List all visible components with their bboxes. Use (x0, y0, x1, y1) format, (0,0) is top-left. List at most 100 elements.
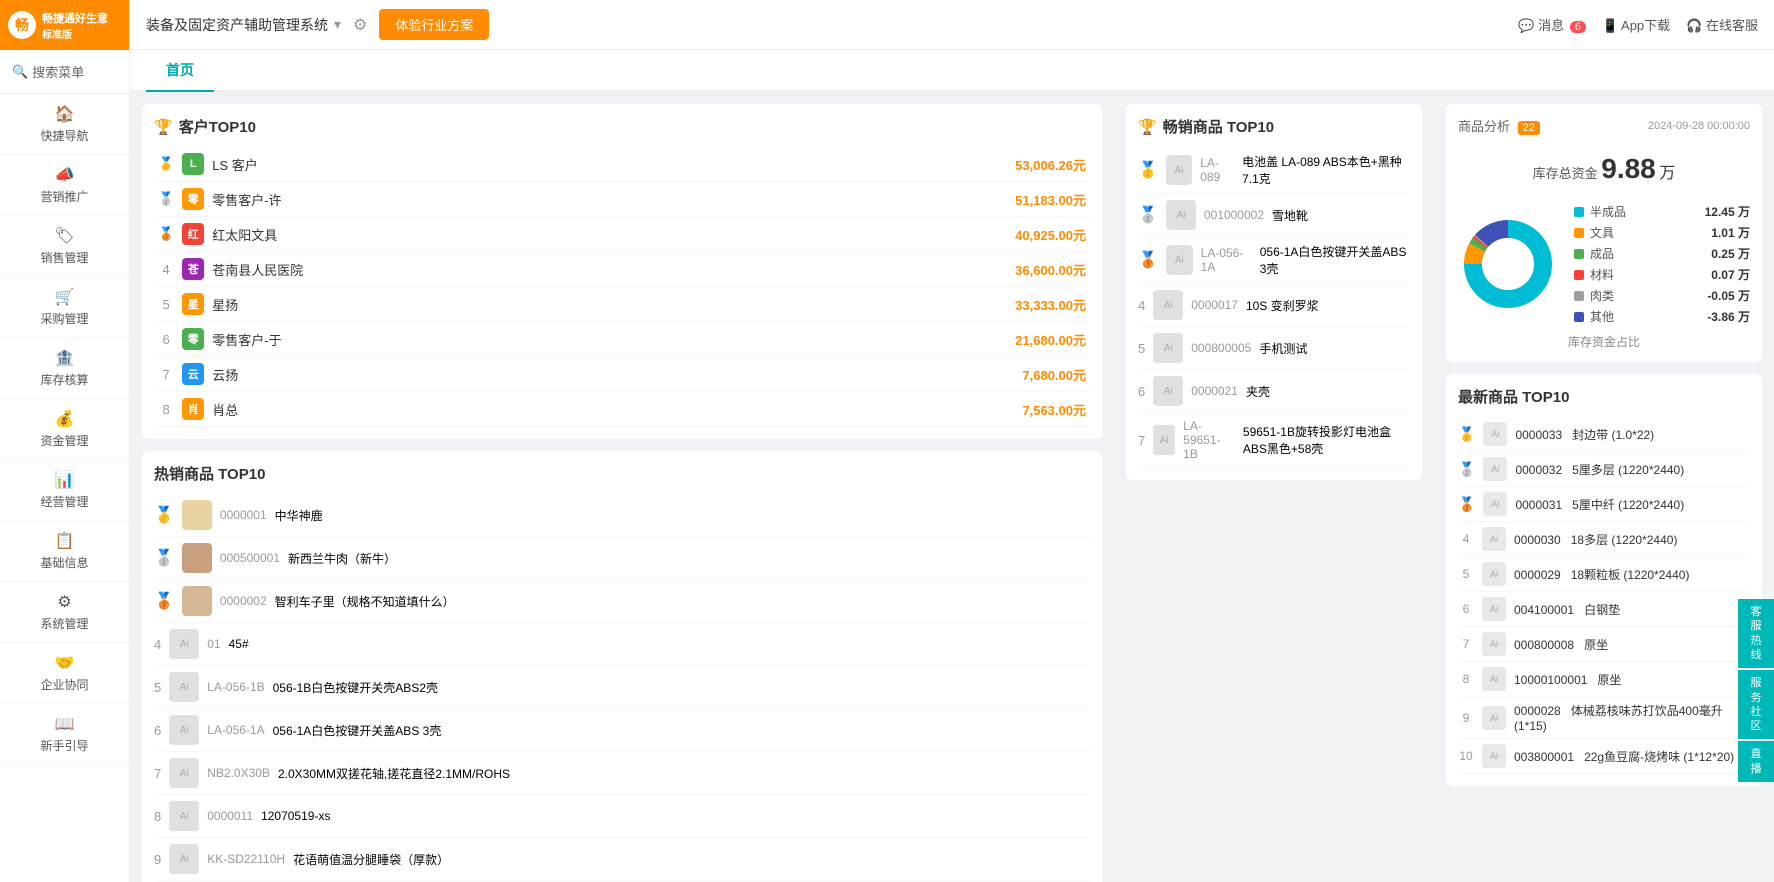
medal-icon: 🥉 (1458, 496, 1475, 513)
customer-amount: 7,680.00元 (699, 357, 1090, 392)
chevron-down-icon: ▾ (334, 16, 341, 33)
customer-name: LS 客户 (208, 147, 699, 182)
product-image: Ai (1482, 706, 1506, 730)
list-item: 6 Ai LA-056-1A 056-1A白色按键开关盖ABS 3壳 (154, 709, 1090, 752)
avatar-cell: 苍 (178, 252, 208, 287)
list-item: 4 Ai 0000030 18多层 (1220*2440) (1458, 522, 1750, 557)
app-download-button[interactable]: 📱 App下载 (1602, 15, 1670, 34)
hot-products-list: 🥇 0000001 中华神鹿 🥈 000500001 新西兰牛肉（新牛） 🥉 0… (154, 494, 1090, 881)
sidebar-item-operations[interactable]: 📊 经营管理 (0, 460, 129, 521)
product-image: Ai (1166, 155, 1192, 185)
new-products-card: 最新商品 TOP10 🥇 Ai 0000033 封边带 (1.0*22) 🥈 A… (1446, 374, 1762, 786)
main-area: 装备及固定资产辅助管理系统 ▾ ⚙ 体验行业方案 💬 消息 6 📱 App下载 … (130, 0, 1774, 882)
product-name: 夹壳 (1246, 383, 1270, 400)
sidebar-search-container[interactable]: 🔍 搜索菜单 (0, 50, 129, 94)
sidebar-item-system[interactable]: ⚙ 系统管理 (0, 582, 129, 643)
customer-amount: 53,006.26元 (699, 147, 1090, 182)
table-row: 6 零 零售客户-于 21,680.00元 (154, 322, 1090, 357)
product-code: NB2.0X30B (207, 766, 270, 780)
logo-text: 畅捷通好生意 标准版 (42, 10, 108, 41)
rank-num: 6 (1138, 384, 1145, 399)
legend-value: -0.05 万 (1707, 287, 1750, 304)
table-row: 8 肖 肖总 7,563.00元 (154, 392, 1090, 427)
legend-name: 材料 (1590, 266, 1705, 283)
rank-cell: 🥈 (154, 182, 178, 217)
customer-amount: 21,680.00元 (699, 322, 1090, 357)
product-image: Ai (1482, 527, 1506, 551)
legend-dot (1574, 312, 1584, 322)
product-image: Ai (1482, 667, 1506, 691)
medal-icon: 🥈 (1138, 205, 1158, 225)
legend-value: 0.07 万 (1711, 266, 1750, 283)
product-image: Ai (169, 801, 199, 831)
list-item: 8 Ai 0000011 12070519-xs (154, 795, 1090, 838)
product-name: 0000033 封边带 (1.0*22) (1515, 426, 1750, 443)
nav-label: 系统管理 (40, 615, 88, 632)
rank-num: 6 (154, 723, 161, 738)
nav-label: 库存核算 (40, 371, 88, 388)
nav-label: 资金管理 (40, 432, 88, 449)
rank-num: 7 (154, 766, 161, 781)
rank-num: 5 (154, 680, 161, 695)
rank-cell: 8 (154, 392, 178, 427)
nav-label: 基础信息 (40, 554, 88, 571)
product-code: 000800005 (1191, 341, 1251, 355)
product-image: Ai (169, 758, 199, 788)
trial-button[interactable]: 体验行业方案 (379, 9, 489, 40)
rank-num: 4 (154, 637, 161, 652)
list-item: 🥇 0000001 中华神鹿 (154, 494, 1090, 537)
product-name: 手机测试 (1259, 340, 1307, 357)
sidebar-item-purchase[interactable]: 🛒 采购管理 (0, 277, 129, 338)
list-item: 6 Ai 004100001 白钢垫 (1458, 592, 1750, 627)
sidebar-item-guide[interactable]: 📖 新手引导 (0, 704, 129, 765)
purchase-icon: 🛒 (55, 287, 75, 307)
logo-icon: 畅 (8, 11, 36, 39)
product-code: 0000021 (1191, 384, 1238, 398)
customer-name: 肖总 (208, 392, 699, 427)
live-broadcast-button[interactable]: 直播 (1738, 741, 1774, 782)
customer-name: 星扬 (208, 287, 699, 322)
page-tabs: 首页 (130, 50, 1774, 92)
customer-service-button[interactable]: 客服 热线 (1738, 599, 1774, 668)
donut-chart-container: 半成品 12.45 万 文具 1.01 万 成品 0.25 万 材料 0.07 … (1458, 195, 1750, 333)
nav-label: 采购管理 (40, 310, 88, 327)
search-menu-button[interactable]: 🔍 搜索菜单 (8, 58, 121, 85)
sidebar-item-marketing[interactable]: 📣 营销推广 (0, 155, 129, 216)
legend-dot (1574, 249, 1584, 259)
product-name: 056-1A白色按键开关盖ABS 3壳 (1260, 243, 1410, 277)
sidebar-item-base[interactable]: 📋 基础信息 (0, 521, 129, 582)
product-image: Ai (1153, 425, 1175, 455)
sidebar-item-enterprise[interactable]: 🤝 企业协同 (0, 643, 129, 704)
product-name: 10S 变刹罗浆 (1246, 297, 1319, 314)
tab-home[interactable]: 首页 (146, 50, 214, 92)
customer-top-table: 🥇 L LS 客户 53,006.26元 🥈 零 零售客户-许 51,183.0… (154, 147, 1090, 427)
customer-name: 云扬 (208, 357, 699, 392)
enterprise-icon: 🤝 (55, 653, 75, 673)
sidebar-item-quick-nav[interactable]: 🏠 快捷导航 (0, 94, 129, 155)
list-item: 🥈 Ai 001000002 雪地靴 (1138, 194, 1410, 237)
list-item: 5 Ai LA-056-1B 056-1B白色按键开关壳ABS2壳 (154, 666, 1090, 709)
settings-icon[interactable]: ⚙ (353, 15, 367, 35)
product-image: Ai (1483, 422, 1507, 446)
product-image: Ai (169, 844, 199, 874)
product-image: Ai (1482, 562, 1506, 586)
inventory-amount: 库存总资金 9.88 万 (1458, 143, 1750, 195)
list-item: 8 Ai 10000100001 原坐 (1458, 662, 1750, 697)
sidebar-item-sales[interactable]: 🏷 销售管理 (0, 216, 129, 277)
rank-num: 8 (154, 809, 161, 824)
service-community-button[interactable]: 服务 社区 (1738, 670, 1774, 739)
nav-label: 经营管理 (40, 493, 88, 510)
avatar: L (182, 153, 204, 175)
operations-icon: 📊 (55, 470, 75, 490)
sidebar-item-finance[interactable]: 💰 资金管理 (0, 399, 129, 460)
system-selector[interactable]: 装备及固定资产辅助管理系统 ▾ (146, 15, 341, 35)
list-item: 🥇 Ai 0000033 封边带 (1.0*22) (1458, 417, 1750, 452)
sidebar-item-inventory[interactable]: 🏦 库存核算 (0, 338, 129, 399)
inventory-date: 2024-09-28 00:00:00 (1648, 120, 1750, 132)
product-code: LA-056-1A (207, 723, 264, 737)
message-button[interactable]: 💬 消息 6 (1518, 15, 1586, 34)
list-item: 🥈 Ai 0000032 5厘多层 (1220*2440) (1458, 452, 1750, 487)
product-code: LA-056-1B (207, 680, 264, 694)
online-service-button[interactable]: 🎧 在线客服 (1686, 15, 1758, 34)
legend-item: 成品 0.25 万 (1574, 245, 1750, 262)
